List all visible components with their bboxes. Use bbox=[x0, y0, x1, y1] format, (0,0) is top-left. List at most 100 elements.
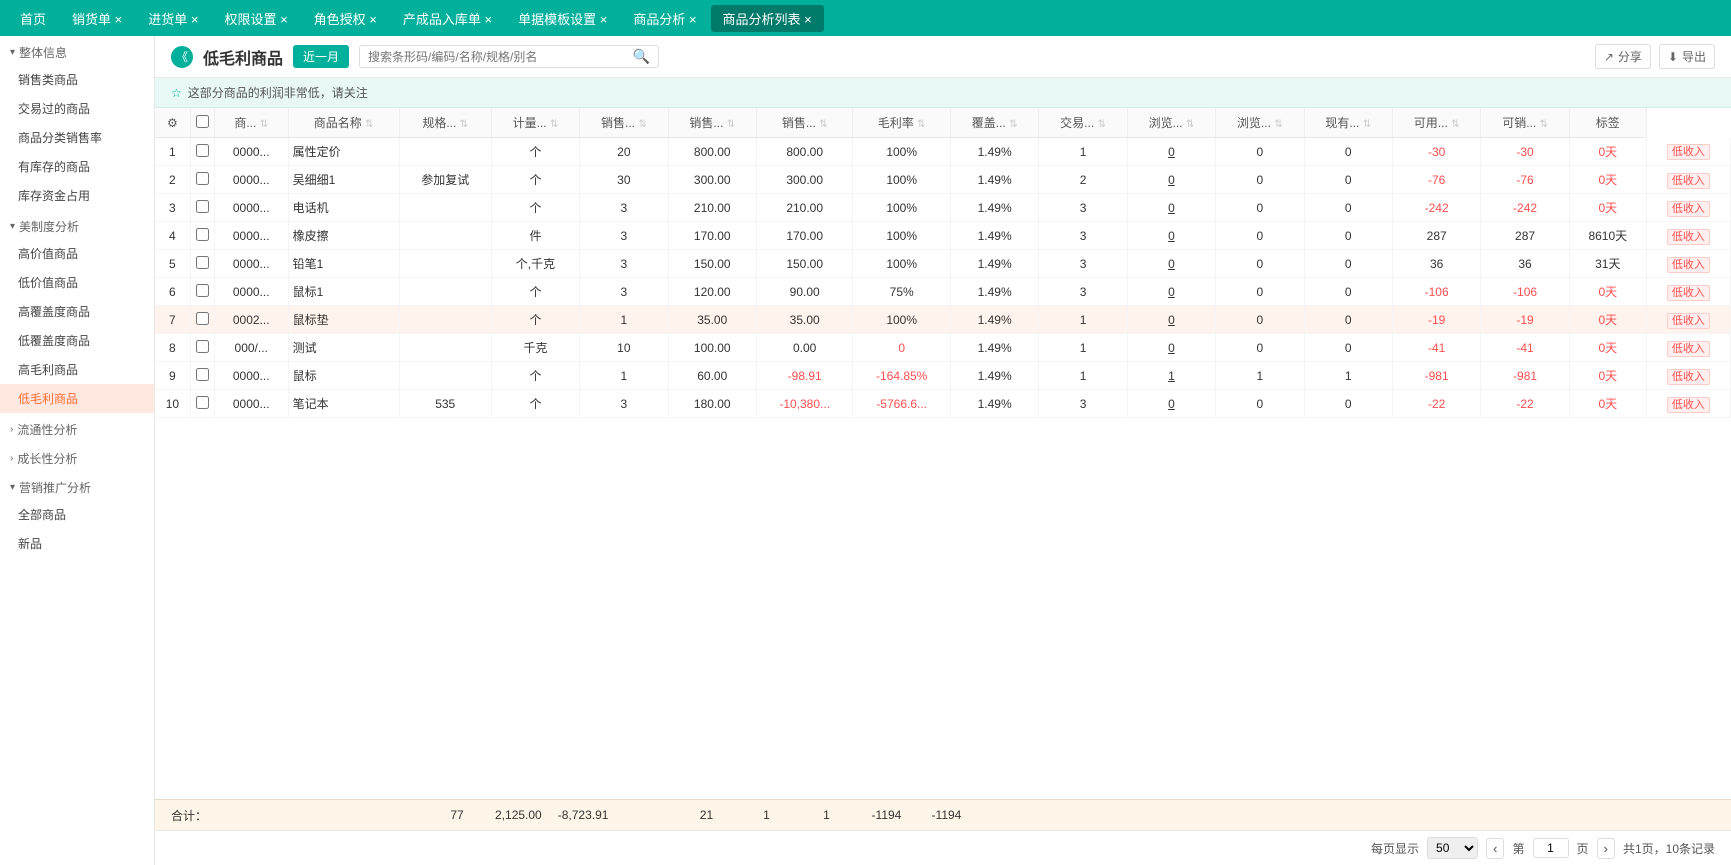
export-button[interactable]: ⬇ 导出 bbox=[1659, 44, 1715, 69]
nav-sales[interactable]: 销货单 × bbox=[60, 5, 134, 32]
sidebar-item-low-gross[interactable]: 低毛利商品 bbox=[0, 384, 154, 413]
row-name[interactable]: 铅笔1 bbox=[288, 250, 399, 278]
sidebar-item-stocked-goods[interactable]: 有库存的商品 bbox=[0, 152, 154, 181]
page-size-select[interactable]: 50 100 200 bbox=[1427, 837, 1478, 859]
nav-home[interactable]: 首页 bbox=[8, 5, 58, 32]
col-checkbox[interactable] bbox=[190, 108, 214, 138]
col-available[interactable]: 可用... ⇅ bbox=[1392, 108, 1480, 138]
row-name[interactable]: 鼠标垫 bbox=[288, 306, 399, 334]
col-code[interactable]: 商... ⇅ bbox=[214, 108, 288, 138]
sidebar-item-traded-goods[interactable]: 交易过的商品 bbox=[0, 94, 154, 123]
sidebar-item-inventory-capital[interactable]: 库存资金占用 bbox=[0, 181, 154, 210]
row-code: 0000... bbox=[214, 362, 288, 390]
row-saleable: 0天 bbox=[1569, 166, 1646, 194]
row-trade[interactable]: 0 bbox=[1127, 306, 1215, 334]
col-coverage[interactable]: 覆盖... ⇅ bbox=[950, 108, 1038, 138]
col-settings[interactable]: ⚙ bbox=[155, 108, 190, 138]
col-current[interactable]: 现有... ⇅ bbox=[1304, 108, 1392, 138]
row-checkbox-cell[interactable] bbox=[190, 222, 214, 250]
row-checkbox[interactable] bbox=[196, 396, 209, 409]
sidebar-item-high-value[interactable]: 高价值商品 bbox=[0, 239, 154, 268]
col-gross-rate[interactable]: 毛利率 ⇅ bbox=[853, 108, 951, 138]
sidebar-collapse-button[interactable]: 《 bbox=[171, 46, 193, 68]
row-name[interactable]: 电话机 bbox=[288, 194, 399, 222]
col-sales-qty[interactable]: 销售... ⇅ bbox=[580, 108, 668, 138]
row-checkbox-cell[interactable] bbox=[190, 362, 214, 390]
row-trade[interactable]: 1 bbox=[1127, 362, 1215, 390]
sidebar-item-category-rate[interactable]: 商品分类销售率 bbox=[0, 123, 154, 152]
row-name[interactable]: 测试 bbox=[288, 334, 399, 362]
row-trade[interactable]: 0 bbox=[1127, 278, 1215, 306]
row-trade[interactable]: 0 bbox=[1127, 166, 1215, 194]
nav-role[interactable]: 角色授权 × bbox=[302, 5, 389, 32]
col-trade[interactable]: 交易... ⇅ bbox=[1039, 108, 1127, 138]
row-checkbox-cell[interactable] bbox=[190, 306, 214, 334]
col-name[interactable]: 商品名称 ⇅ bbox=[288, 108, 399, 138]
row-checkbox-cell[interactable] bbox=[190, 138, 214, 166]
col-sales-amount[interactable]: 销售... ⇅ bbox=[756, 108, 852, 138]
nav-analysis-list[interactable]: 商品分析列表 × bbox=[711, 5, 824, 32]
sidebar-item-sales-goods[interactable]: 销售类商品 bbox=[0, 65, 154, 94]
col-sales-price[interactable]: 销售... ⇅ bbox=[668, 108, 756, 138]
row-checkbox-cell[interactable] bbox=[190, 390, 214, 418]
sidebar-group-overview[interactable]: ▾ 整体信息 bbox=[0, 36, 154, 65]
sidebar-item-new-goods[interactable]: 新品 bbox=[0, 529, 154, 558]
page-number-input[interactable] bbox=[1533, 838, 1569, 858]
page-label: 第 bbox=[1512, 840, 1524, 857]
col-browse2[interactable]: 浏览... ⇅ bbox=[1216, 108, 1304, 138]
row-checkbox[interactable] bbox=[196, 228, 209, 241]
sidebar-item-high-gross[interactable]: 高毛利商品 bbox=[0, 355, 154, 384]
next-page-button[interactable]: › bbox=[1597, 838, 1615, 859]
row-trade[interactable]: 0 bbox=[1127, 334, 1215, 362]
sidebar-group-beauty[interactable]: ▾ 美制度分析 bbox=[0, 210, 154, 239]
row-trade[interactable]: 0 bbox=[1127, 138, 1215, 166]
row-checkbox[interactable] bbox=[196, 284, 209, 297]
row-trade[interactable]: 0 bbox=[1127, 390, 1215, 418]
share-button[interactable]: ↗ 分享 bbox=[1595, 44, 1651, 69]
row-trade[interactable]: 0 bbox=[1127, 250, 1215, 278]
sidebar-item-low-value[interactable]: 低价值商品 bbox=[0, 268, 154, 297]
row-checkbox-cell[interactable] bbox=[190, 250, 214, 278]
row-checkbox[interactable] bbox=[196, 312, 209, 325]
row-checkbox-cell[interactable] bbox=[190, 194, 214, 222]
sidebar-group-growth[interactable]: › 成长性分析 bbox=[0, 442, 154, 471]
sidebar-group-marketing[interactable]: ▾ 营销推广分析 bbox=[0, 471, 154, 500]
row-checkbox[interactable] bbox=[196, 200, 209, 213]
row-name[interactable]: 属性定价 bbox=[288, 138, 399, 166]
date-filter-button[interactable]: 近一月 bbox=[293, 45, 349, 68]
row-name[interactable]: 吴细细1 bbox=[288, 166, 399, 194]
sidebar-item-all-goods[interactable]: 全部商品 bbox=[0, 500, 154, 529]
col-saleable[interactable]: 可销... ⇅ bbox=[1481, 108, 1569, 138]
col-spec[interactable]: 规格... ⇅ bbox=[399, 108, 491, 138]
sidebar-item-low-coverage[interactable]: 低覆盖度商品 bbox=[0, 326, 154, 355]
nav-product-entry[interactable]: 产成品入库单 × bbox=[391, 5, 504, 32]
prev-page-button[interactable]: ‹ bbox=[1486, 838, 1504, 859]
row-checkbox[interactable] bbox=[196, 256, 209, 269]
row-checkbox[interactable] bbox=[196, 144, 209, 157]
row-saleable: 31天 bbox=[1569, 250, 1646, 278]
row-checkbox[interactable] bbox=[196, 368, 209, 381]
row-checkbox-cell[interactable] bbox=[190, 334, 214, 362]
row-checkbox[interactable] bbox=[196, 340, 209, 353]
nav-purchase[interactable]: 进货单 × bbox=[136, 5, 210, 32]
row-name[interactable]: 笔记本 bbox=[288, 390, 399, 418]
row-checkbox-cell[interactable] bbox=[190, 278, 214, 306]
nav-analysis[interactable]: 商品分析 × bbox=[621, 5, 708, 32]
nav-permissions[interactable]: 权限设置 × bbox=[212, 5, 299, 32]
search-input[interactable] bbox=[368, 50, 633, 64]
sidebar-group-flow[interactable]: › 流通性分析 bbox=[0, 413, 154, 442]
row-name[interactable]: 鼠标1 bbox=[288, 278, 399, 306]
col-browse1[interactable]: 浏览... ⇅ bbox=[1127, 108, 1215, 138]
row-trade[interactable]: 0 bbox=[1127, 222, 1215, 250]
col-unit[interactable]: 计量... ⇅ bbox=[491, 108, 579, 138]
row-no: 2 bbox=[155, 166, 190, 194]
row-gross: 1.49% bbox=[950, 166, 1038, 194]
row-checkbox[interactable] bbox=[196, 172, 209, 185]
select-all-checkbox[interactable] bbox=[196, 115, 209, 128]
row-name[interactable]: 鼠标 bbox=[288, 362, 399, 390]
nav-template[interactable]: 单据模板设置 × bbox=[506, 5, 619, 32]
row-checkbox-cell[interactable] bbox=[190, 166, 214, 194]
row-name[interactable]: 橡皮擦 bbox=[288, 222, 399, 250]
row-trade[interactable]: 0 bbox=[1127, 194, 1215, 222]
sidebar-item-high-coverage[interactable]: 高覆盖度商品 bbox=[0, 297, 154, 326]
